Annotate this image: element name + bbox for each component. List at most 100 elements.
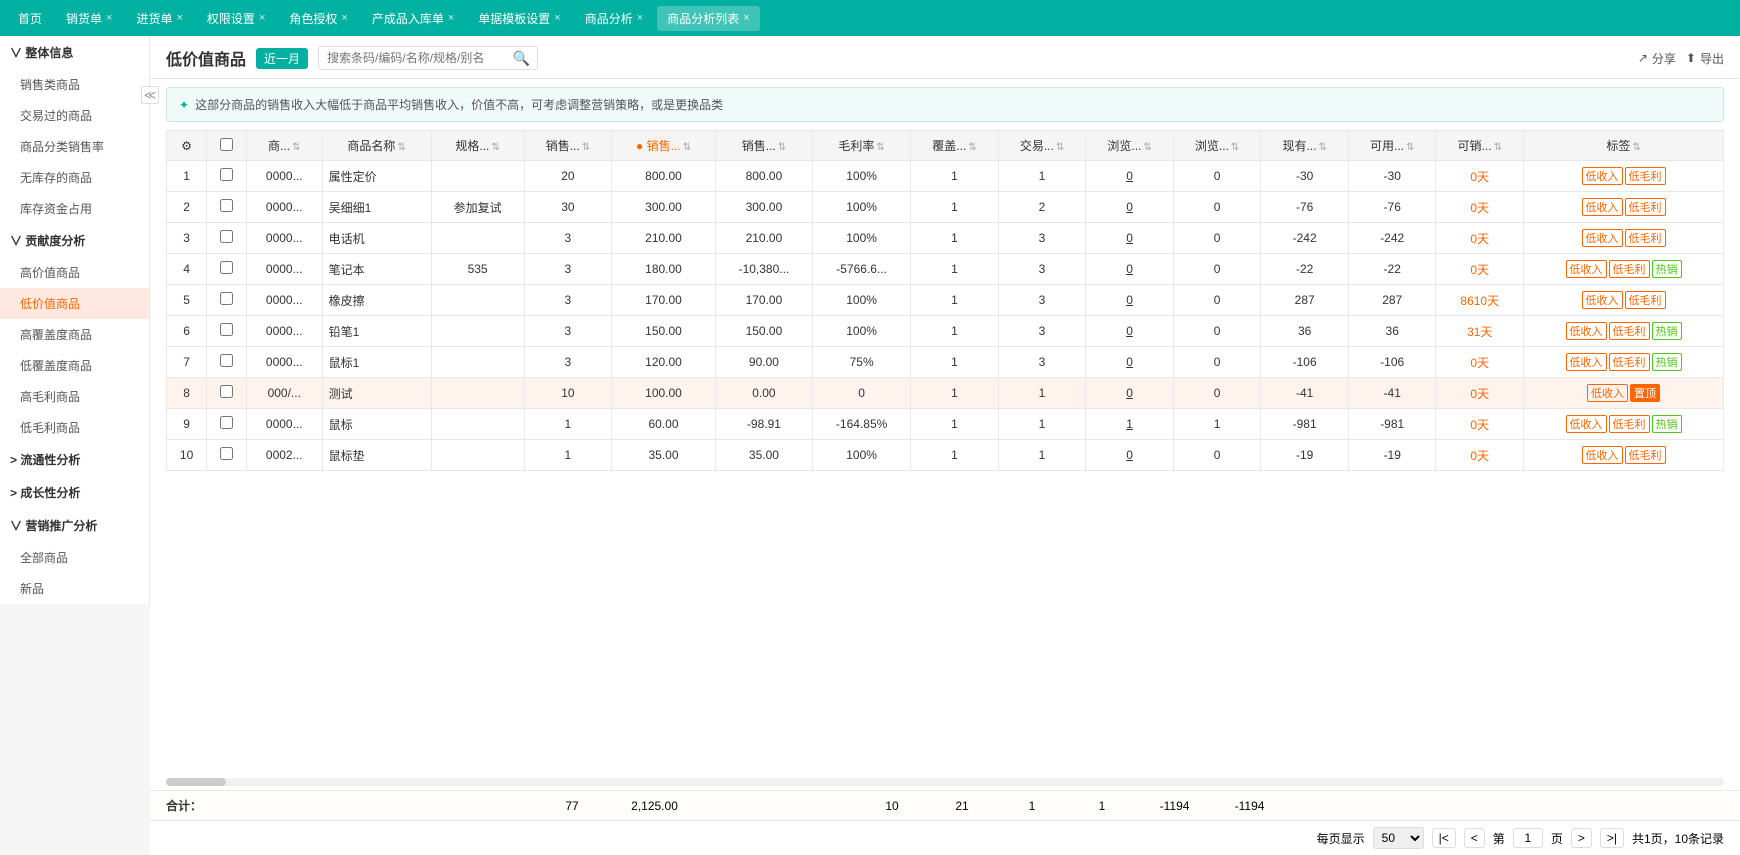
nav-home[interactable]: 首页 [8,6,52,31]
content-area: 低价值商品 近一月 🔍 ↗ 分享 ⬆ 导出 ✦ 这部分商品的销售收入大幅低于商品… [150,36,1740,855]
col-tags[interactable]: 标签⇅ [1524,131,1724,161]
col-views1[interactable]: 浏览...⇅ [1086,131,1174,161]
row-col7[interactable]: 1 [1086,409,1174,440]
row-checkbox[interactable] [207,440,247,471]
row-checkbox[interactable] [207,347,247,378]
sidebar-item-stock-capital[interactable]: 库存资金占用 [0,193,149,224]
nav-template-settings[interactable]: 单据模板设置 × [468,6,570,31]
col-views2[interactable]: 浏览...⇅ [1173,131,1261,161]
close-icon[interactable]: × [637,12,643,24]
row-col7[interactable]: 0 [1086,347,1174,378]
row-checkbox[interactable] [207,316,247,347]
row-select-checkbox[interactable] [220,447,233,460]
row-select-checkbox[interactable] [220,261,233,274]
row-col4: -164.85% [813,409,911,440]
sidebar-group-circulation[interactable]: > 流通性分析 [0,443,149,476]
close-icon[interactable]: × [106,12,112,24]
prev-page-button[interactable]: < [1464,828,1485,848]
search-icon[interactable]: 🔍 [513,50,530,67]
nav-purchase-order[interactable]: 进货单 × [126,6,192,31]
page-size-select[interactable]: 50 100 [1373,827,1424,849]
row-checkbox[interactable] [207,409,247,440]
row-checkbox[interactable] [207,161,247,192]
col-sales3[interactable]: 销售...⇅ [715,131,812,161]
next-page-button[interactable]: > [1571,828,1592,848]
close-icon[interactable]: × [259,12,265,24]
date-range-tag[interactable]: 近一月 [256,48,308,69]
sidebar-item-low-margin[interactable]: 低毛利商品 [0,412,149,443]
col-code[interactable]: 商...⇅ [246,131,322,161]
row-checkbox[interactable] [207,223,247,254]
search-input[interactable] [318,46,538,70]
nav-product-analysis[interactable]: 商品分析 × [575,6,653,31]
sidebar-collapse-button[interactable]: ≪ [141,86,159,104]
nav-sales-order[interactable]: 销货单 × [56,6,122,31]
nav-product-warehouse[interactable]: 产成品入库单 × [362,6,464,31]
last-page-button[interactable]: >| [1600,828,1624,848]
horizontal-scrollbar[interactable] [166,778,1724,786]
col-sellable-stock[interactable]: 可销...⇅ [1436,131,1524,161]
nav-role-auth[interactable]: 角色授权 × [279,6,357,31]
col-sales1[interactable]: 销售...⇅ [524,131,612,161]
col-name[interactable]: 商品名称⇅ [322,131,431,161]
close-icon[interactable]: × [341,12,347,24]
close-icon[interactable]: × [554,12,560,24]
sidebar-item-traded-products[interactable]: 交易过的商品 [0,100,149,131]
first-page-button[interactable]: |< [1432,828,1456,848]
col-transaction[interactable]: 交易...⇅ [998,131,1086,161]
row-checkbox[interactable] [207,378,247,409]
scrollbar-thumb[interactable] [166,778,226,786]
col-spec[interactable]: 规格...⇅ [431,131,524,161]
row-select-checkbox[interactable] [220,385,233,398]
close-icon[interactable]: × [176,12,182,24]
row-col7[interactable]: 0 [1086,223,1174,254]
sidebar-group-marketing[interactable]: ∨ 营销推广分析 [0,509,149,542]
sidebar-item-high-margin[interactable]: 高毛利商品 [0,381,149,412]
row-select-checkbox[interactable] [220,416,233,429]
row-select-checkbox[interactable] [220,323,233,336]
nav-permission[interactable]: 权限设置 × [197,6,275,31]
row-checkbox[interactable] [207,192,247,223]
row-select-checkbox[interactable] [220,354,233,367]
close-icon[interactable]: × [448,12,454,24]
col-sales2[interactable]: ● 销售...⇅ [612,131,716,161]
col-checkbox[interactable] [207,131,247,161]
row-col7[interactable]: 0 [1086,285,1174,316]
share-button[interactable]: ↗ 分享 [1638,50,1676,67]
row-select-checkbox[interactable] [220,199,233,212]
sidebar-item-category-rate[interactable]: 商品分类销售率 [0,131,149,162]
row-checkbox[interactable] [207,254,247,285]
row-col7[interactable]: 0 [1086,161,1174,192]
row-col5: 1 [911,285,999,316]
row-col7[interactable]: 0 [1086,254,1174,285]
row-select-checkbox[interactable] [220,168,233,181]
sidebar-item-no-stock[interactable]: 无库存的商品 [0,162,149,193]
sidebar-group-contribution[interactable]: ∨ 贡献度分析 [0,224,149,257]
row-col7[interactable]: 0 [1086,316,1174,347]
row-select-checkbox[interactable] [220,292,233,305]
export-button[interactable]: ⬆ 导出 [1686,50,1724,67]
select-all-checkbox[interactable] [220,138,233,151]
sidebar-group-overall[interactable]: ∨ 整体信息 [0,36,149,69]
sidebar-item-high-coverage[interactable]: 高覆盖度商品 [0,319,149,350]
col-coverage[interactable]: 覆盖...⇅ [911,131,999,161]
row-col7[interactable]: 0 [1086,192,1174,223]
sidebar-item-all-products[interactable]: 全部商品 [0,542,149,573]
sidebar-item-sales-products[interactable]: 销售类商品 [0,69,149,100]
col-available-stock[interactable]: 可用...⇅ [1348,131,1436,161]
row-col7[interactable]: 0 [1086,378,1174,409]
col-margin[interactable]: 毛利率⇅ [813,131,911,161]
sidebar-group-growth[interactable]: > 成长性分析 [0,476,149,509]
col-current-stock[interactable]: 现有...⇅ [1261,131,1349,161]
nav-product-analysis-list[interactable]: 商品分析列表 × [657,6,759,31]
page-number-input[interactable] [1513,828,1543,848]
col-settings[interactable]: ⚙ [167,131,207,161]
sidebar-item-new-products[interactable]: 新品 [0,573,149,604]
row-select-checkbox[interactable] [220,230,233,243]
sidebar-item-high-value[interactable]: 高价值商品 [0,257,149,288]
sidebar-item-low-value[interactable]: 低价值商品 [0,288,149,319]
row-col7[interactable]: 0 [1086,440,1174,471]
sidebar-item-low-coverage[interactable]: 低覆盖度商品 [0,350,149,381]
row-checkbox[interactable] [207,285,247,316]
close-icon[interactable]: × [743,12,749,24]
